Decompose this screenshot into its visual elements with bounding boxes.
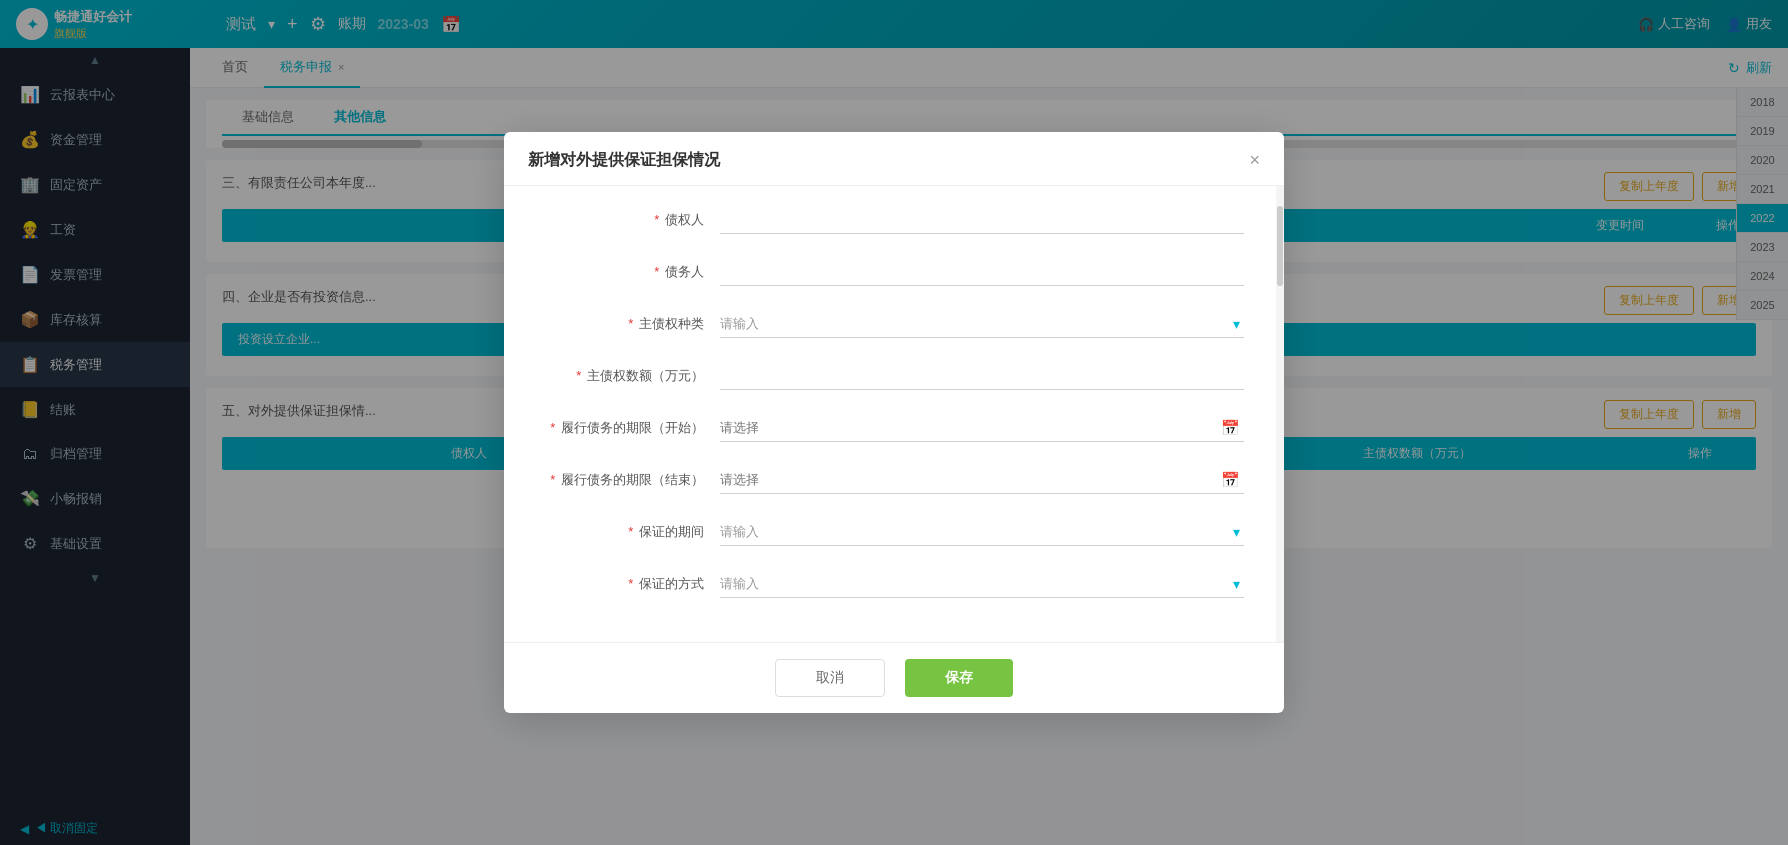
- modal-close-button[interactable]: ×: [1249, 150, 1260, 171]
- modal-header: 新增对外提供保证担保情况 ×: [504, 132, 1284, 186]
- modal-footer: 取消 保存: [504, 642, 1284, 713]
- form-row-period-end: * 履行债务的期限（结束） 📅: [544, 466, 1244, 494]
- modal-scrollbar[interactable]: [1276, 186, 1284, 642]
- label-guarantee-method: * 保证的方式: [544, 575, 704, 593]
- modal-overlay[interactable]: 新增对外提供保证担保情况 × * 债权人 * 债务人: [0, 0, 1788, 845]
- select-wrapper-creditor-type: 请输入 ▾: [720, 310, 1244, 338]
- label-creditor-type: * 主债权种类: [544, 315, 704, 333]
- label-amount: * 主债权数额（万元）: [544, 367, 704, 385]
- form-row-guarantee-period: * 保证的期间 请输入 ▾: [544, 518, 1244, 546]
- modal-body: * 债权人 * 债务人 *: [504, 186, 1284, 642]
- calendar-icon-start[interactable]: 📅: [1221, 419, 1240, 437]
- label-guarantee-period: * 保证的期间: [544, 523, 704, 541]
- form-row-creditor-type: * 主债权种类 请输入 ▾: [544, 310, 1244, 338]
- form-row-amount: * 主债权数额（万元）: [544, 362, 1244, 390]
- label-creditor: * 债权人: [544, 211, 704, 229]
- date-input-end[interactable]: [720, 466, 1244, 494]
- select-guarantee-method[interactable]: 请输入: [720, 570, 1244, 598]
- form-row-period-start: * 履行债务的期限（开始） 📅: [544, 414, 1244, 442]
- label-period-start: * 履行债务的期限（开始）: [544, 419, 704, 437]
- cancel-button[interactable]: 取消: [775, 659, 885, 697]
- input-debtor[interactable]: [720, 258, 1244, 286]
- date-input-start[interactable]: [720, 414, 1244, 442]
- select-guarantee-period[interactable]: 请输入: [720, 518, 1244, 546]
- modal-title: 新增对外提供保证担保情况: [528, 150, 720, 171]
- select-wrapper-guarantee-method: 请输入 ▾: [720, 570, 1244, 598]
- label-period-end: * 履行债务的期限（结束）: [544, 471, 704, 489]
- date-wrapper-start: 📅: [720, 414, 1244, 442]
- input-creditor[interactable]: [720, 206, 1244, 234]
- modal-dialog: 新增对外提供保证担保情况 × * 债权人 * 债务人: [504, 132, 1284, 713]
- form-row-creditor: * 债权人: [544, 206, 1244, 234]
- select-creditor-type[interactable]: 请输入: [720, 310, 1244, 338]
- input-wrapper-creditor: [720, 206, 1244, 234]
- form-row-debtor: * 债务人: [544, 258, 1244, 286]
- select-wrapper-guarantee-period: 请输入 ▾: [720, 518, 1244, 546]
- date-wrapper-end: 📅: [720, 466, 1244, 494]
- input-wrapper-debtor: [720, 258, 1244, 286]
- input-wrapper-amount: [720, 362, 1244, 390]
- label-debtor: * 债务人: [544, 263, 704, 281]
- calendar-icon-end[interactable]: 📅: [1221, 471, 1240, 489]
- form-row-guarantee-method: * 保证的方式 请输入 ▾: [544, 570, 1244, 598]
- input-amount[interactable]: [720, 362, 1244, 390]
- modal-scrollbar-thumb: [1277, 206, 1283, 286]
- save-button[interactable]: 保存: [905, 659, 1013, 697]
